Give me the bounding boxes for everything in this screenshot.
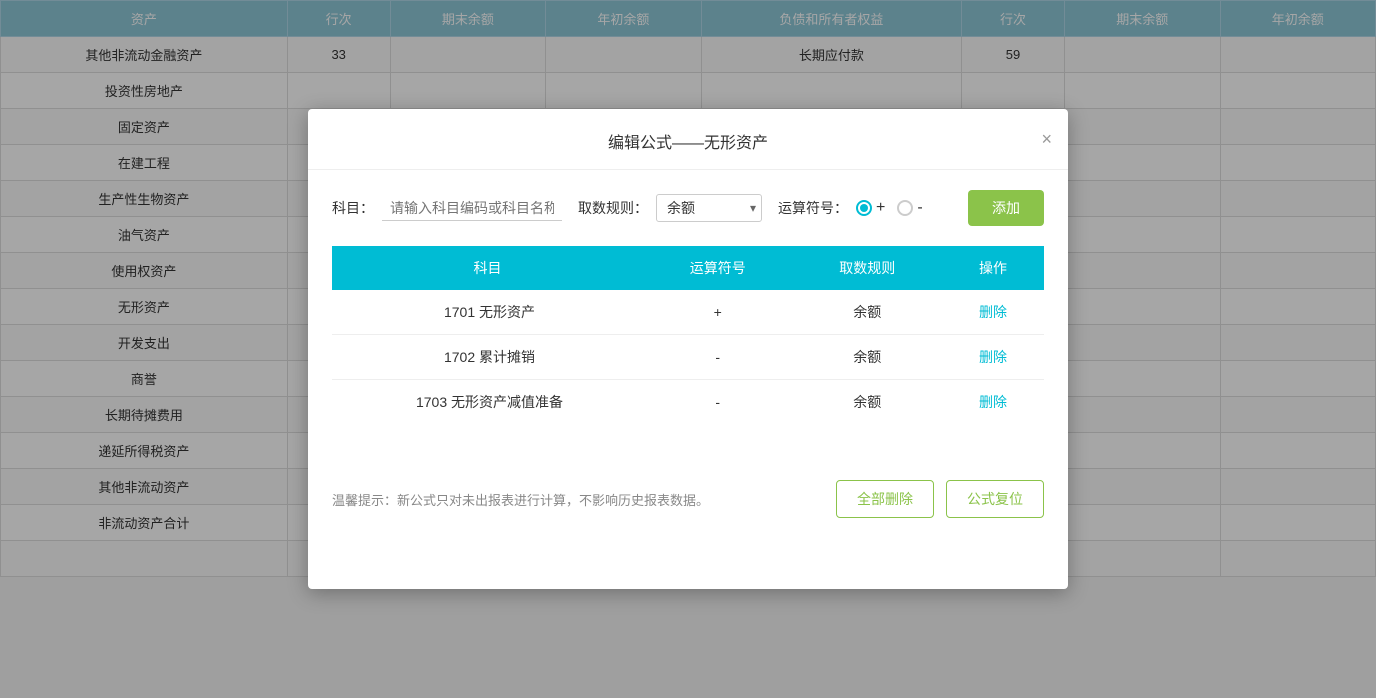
delete-link[interactable]: 删除 — [979, 394, 1007, 410]
table-row: 1702 累计摊销-余额 删除 — [332, 335, 1044, 380]
radio-minus-label: - — [917, 199, 922, 217]
radio-plus-label: + — [876, 199, 885, 217]
cell-subject: 1702 累计摊销 — [332, 335, 643, 380]
cell-operator: - — [643, 335, 793, 380]
delete-link[interactable]: 删除 — [979, 304, 1007, 320]
modal-header: 编辑公式——无形资产 × — [308, 109, 1068, 170]
add-button[interactable]: 添加 — [968, 190, 1044, 226]
cell-operator: - — [643, 380, 793, 425]
cell-rule: 余额 — [793, 380, 943, 425]
rule-select-wrap: 余额 借方 贷方 借方发生额 贷方发生额 — [656, 194, 762, 222]
form-row: 科目： 取数规则： 余额 借方 贷方 借方发生额 贷方发生额 — [332, 190, 1044, 226]
cell-action: 删除 — [942, 380, 1044, 425]
modal-overlay: 编辑公式——无形资产 × 科目： 取数规则： 余额 借方 — [0, 0, 1376, 698]
cell-subject: 1703 无形资产减值准备 — [332, 380, 643, 425]
table-header-subject: 科目 — [332, 246, 643, 290]
operator-group: 运算符号： + - — [778, 198, 923, 218]
subject-input[interactable] — [382, 196, 562, 221]
table-row: 1701 无形资产+余额 删除 — [332, 290, 1044, 335]
table-header-rule: 取数规则 — [793, 246, 943, 290]
radio-plus-circle — [856, 200, 872, 216]
radio-plus[interactable]: + — [856, 199, 885, 217]
footer-tip: 温馨提示：新公式只对未出报表进行计算，不影响历史报表数据。 — [332, 490, 709, 509]
cell-subject: 1701 无形资产 — [332, 290, 643, 335]
formula-table: 科目 运算符号 取数规则 操作 1701 无形资产+余额删除1702 累计摊销-… — [332, 246, 1044, 424]
radio-minus[interactable]: - — [897, 199, 922, 217]
footer-actions: 全部删除 公式复位 — [836, 480, 1044, 518]
delete-all-button[interactable]: 全部删除 — [836, 480, 934, 518]
reset-button[interactable]: 公式复位 — [946, 480, 1044, 518]
modal-dialog: 编辑公式——无形资产 × 科目： 取数规则： 余额 借方 — [308, 109, 1068, 589]
cell-rule: 余额 — [793, 335, 943, 380]
cell-rule: 余额 — [793, 290, 943, 335]
rule-select[interactable]: 余额 借方 贷方 借方发生额 贷方发生额 — [656, 194, 762, 222]
cell-operator: + — [643, 290, 793, 335]
modal-footer: 温馨提示：新公式只对未出报表进行计算，不影响历史报表数据。 全部删除 公式复位 — [308, 464, 1068, 538]
rule-group: 取数规则： 余额 借方 贷方 借方发生额 贷方发生额 — [578, 194, 762, 222]
rule-label: 取数规则： — [578, 198, 648, 218]
modal-title: 编辑公式——无形资产 — [608, 135, 768, 152]
table-header-action: 操作 — [942, 246, 1044, 290]
radio-minus-circle — [897, 200, 913, 216]
modal-body: 科目： 取数规则： 余额 借方 贷方 借方发生额 贷方发生额 — [308, 170, 1068, 464]
subject-label: 科目： — [332, 198, 374, 218]
radio-group: + - — [856, 199, 923, 217]
cell-action: 删除 — [942, 335, 1044, 380]
modal-close-button[interactable]: × — [1041, 130, 1052, 148]
table-header-operator: 运算符号 — [643, 246, 793, 290]
subject-group: 科目： — [332, 196, 562, 221]
table-row: 1703 无形资产减值准备-余额 删除 — [332, 380, 1044, 425]
cell-action: 删除 — [942, 290, 1044, 335]
operator-label: 运算符号： — [778, 198, 848, 218]
delete-link[interactable]: 删除 — [979, 349, 1007, 365]
